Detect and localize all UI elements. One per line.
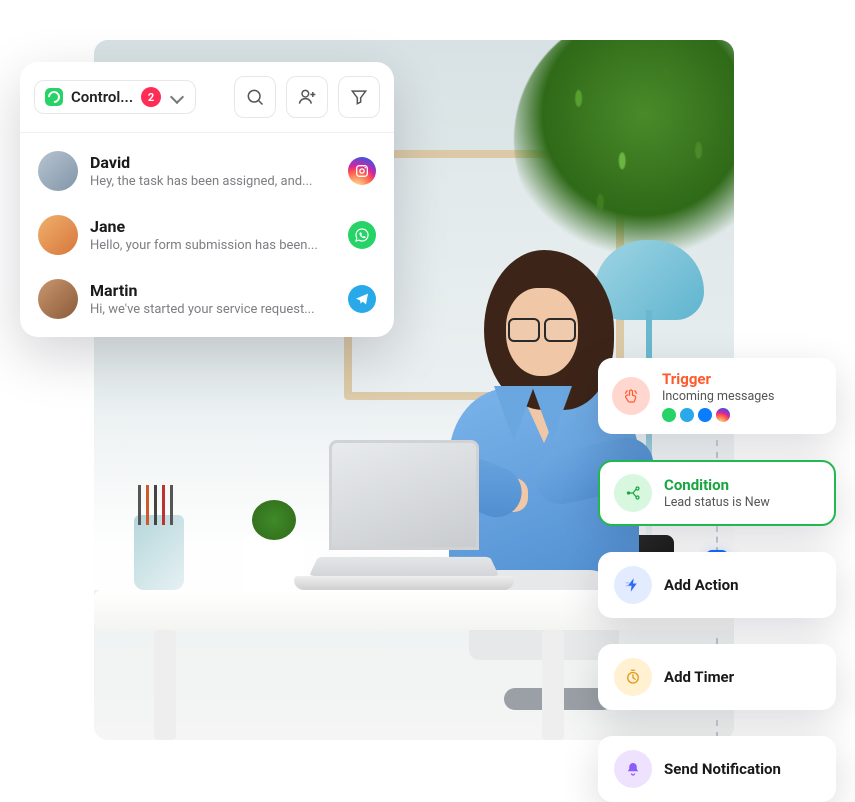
- avatar: [38, 279, 78, 319]
- telegram-icon: [348, 285, 376, 313]
- search-button[interactable]: [234, 76, 276, 118]
- telegram-icon: [680, 408, 694, 422]
- chat-preview: Hey, the task has been assigned, and...: [90, 174, 336, 189]
- avatar: [38, 151, 78, 191]
- condition-title: Condition: [664, 476, 770, 494]
- bell-icon: [614, 750, 652, 788]
- condition-subtitle: Lead status is New: [664, 495, 770, 510]
- messenger-icon: [698, 408, 712, 422]
- chat-name: Martin: [90, 281, 336, 300]
- search-icon: [245, 87, 265, 107]
- add-timer-card[interactable]: Add Timer: [598, 644, 836, 710]
- chat-item[interactable]: Martin Hi, we've started your service re…: [20, 267, 394, 331]
- whatsapp-icon: [348, 221, 376, 249]
- trigger-card[interactable]: Trigger Incoming messages: [598, 358, 836, 434]
- lightning-icon: [614, 566, 652, 604]
- condition-card[interactable]: Condition Lead status is New: [598, 460, 836, 526]
- unread-badge: 2: [141, 87, 161, 107]
- filter-button[interactable]: [338, 76, 380, 118]
- add-user-button[interactable]: [286, 76, 328, 118]
- chat-header: Control... 2: [20, 62, 394, 133]
- automation-flow: Trigger Incoming messages Condition Lead…: [598, 358, 836, 802]
- timer-title: Add Timer: [664, 668, 734, 686]
- trigger-title: Trigger: [662, 370, 774, 388]
- chat-preview: Hello, your form submission has been...: [90, 238, 336, 253]
- notification-title: Send Notification: [664, 760, 781, 778]
- chat-preview: Hi, we've started your service request..…: [90, 302, 336, 317]
- send-notification-card[interactable]: Send Notification: [598, 736, 836, 802]
- trigger-subtitle: Incoming messages: [662, 389, 774, 404]
- instagram-icon: [716, 408, 730, 422]
- whatsapp-icon: [662, 408, 676, 422]
- branch-icon: [614, 474, 652, 512]
- chat-item[interactable]: Jane Hello, your form submission has bee…: [20, 203, 394, 267]
- instagram-icon: [348, 157, 376, 185]
- chat-panel: Control... 2 David Hey, the task has bee…: [20, 62, 394, 337]
- whatsapp-icon: [45, 88, 63, 106]
- chat-item[interactable]: David Hey, the task has been assigned, a…: [20, 139, 394, 203]
- add-user-icon: [297, 87, 317, 107]
- trigger-channels: [662, 408, 774, 422]
- chevron-down-icon: [169, 89, 185, 105]
- tap-icon: [612, 377, 650, 415]
- channel-selector[interactable]: Control... 2: [34, 80, 196, 114]
- filter-icon: [349, 87, 369, 107]
- add-action-card[interactable]: Add Action: [598, 552, 836, 618]
- chat-list: David Hey, the task has been assigned, a…: [20, 133, 394, 337]
- channel-label: Control...: [71, 88, 133, 106]
- timer-icon: [614, 658, 652, 696]
- chat-name: Jane: [90, 217, 336, 236]
- chat-name: David: [90, 153, 336, 172]
- action-title: Add Action: [664, 576, 739, 594]
- avatar: [38, 215, 78, 255]
